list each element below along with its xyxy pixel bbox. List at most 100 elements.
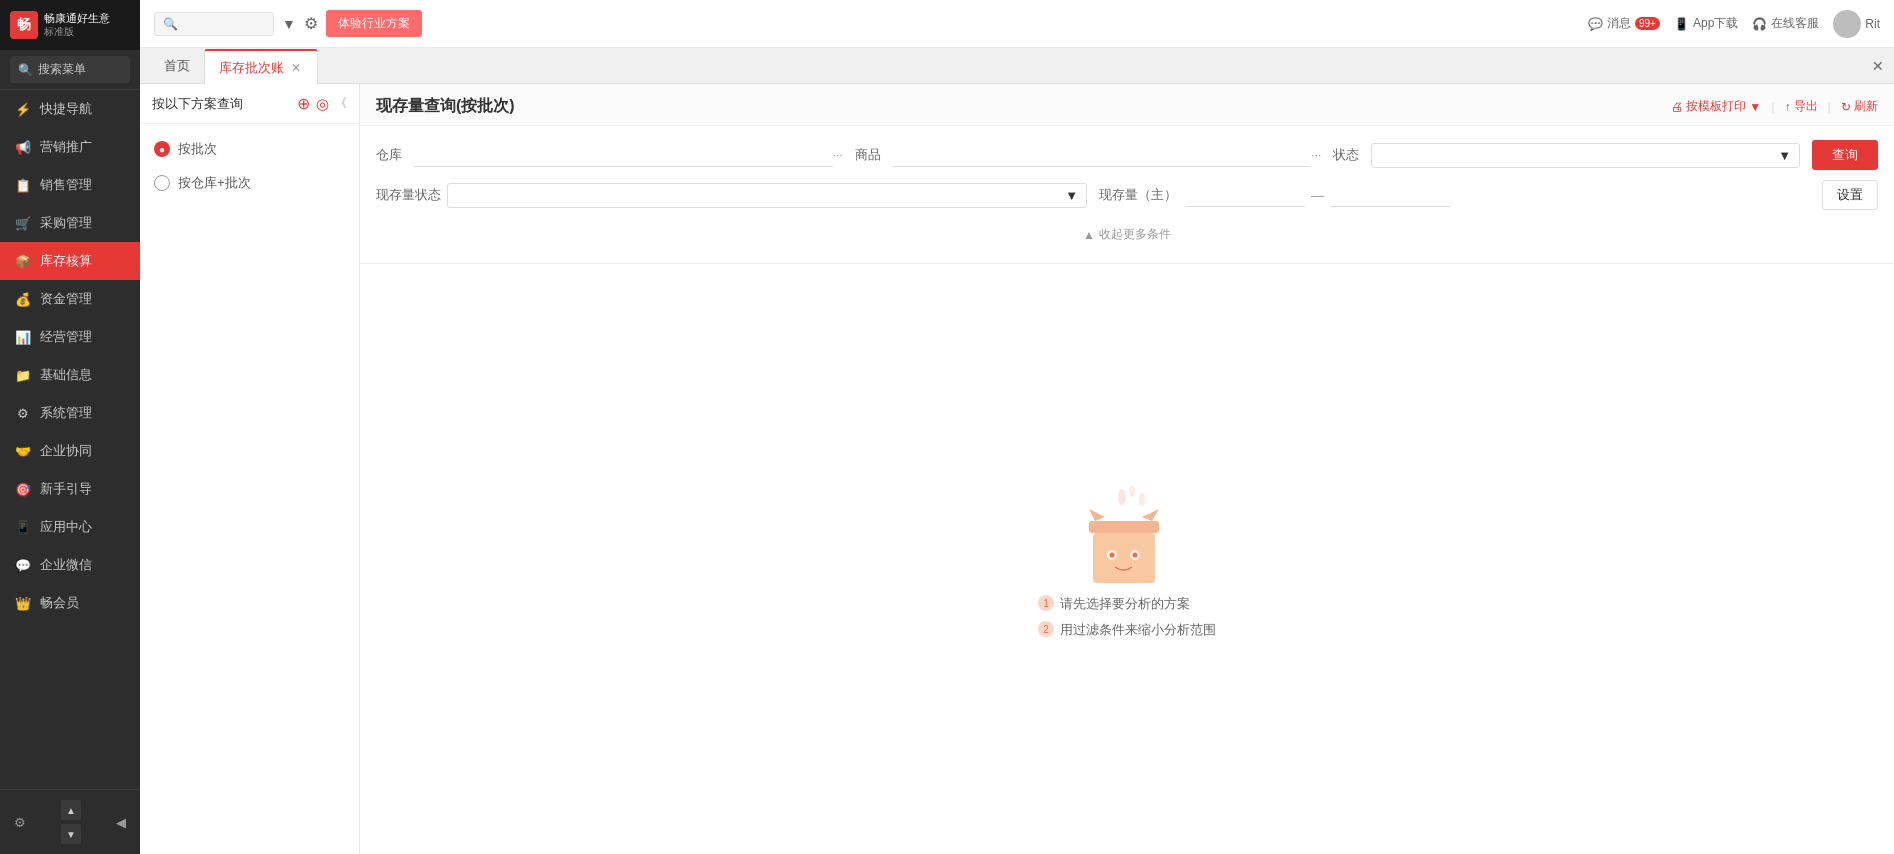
- svg-point-8: [1133, 553, 1138, 558]
- online-service-button[interactable]: 🎧 在线客服: [1752, 15, 1819, 32]
- basic-info-icon: 📁: [14, 366, 32, 384]
- panel-collapse-button[interactable]: 《: [335, 95, 347, 112]
- add-scheme-button[interactable]: ⊕: [297, 94, 310, 113]
- sidebar-item-app-center[interactable]: 📱 应用中心: [0, 508, 140, 546]
- tab-home[interactable]: 首页: [150, 48, 204, 83]
- tab-inventory-batch[interactable]: 库存批次账 ✕: [204, 49, 318, 84]
- scheme-dot-active: ●: [154, 141, 170, 157]
- enterprise-wechat-label: 企业微信: [40, 556, 92, 574]
- sidebar-item-new-guide[interactable]: 🎯 新手引导: [0, 470, 140, 508]
- sidebar-item-quick-nav[interactable]: ⚡ 快捷导航: [0, 90, 140, 128]
- scheme-item-by-batch[interactable]: ● 按批次: [140, 132, 359, 166]
- action-divider-2: |: [1828, 99, 1831, 114]
- finance-label: 资金管理: [40, 290, 92, 308]
- sidebar-item-inventory[interactable]: 📦 库存核算: [0, 242, 140, 280]
- sidebar-item-purchase[interactable]: 🛒 采购管理: [0, 204, 140, 242]
- warehouse-input[interactable]: [414, 143, 833, 167]
- sidebar-item-system[interactable]: ⚙ 系统管理: [0, 394, 140, 432]
- settings-footer-button[interactable]: ⚙: [14, 815, 26, 830]
- sales-label: 销售管理: [40, 176, 92, 194]
- sidebar-subtitle: 标准版: [44, 25, 110, 39]
- refresh-label: 刷新: [1854, 98, 1878, 115]
- stock-amount-to[interactable]: [1330, 183, 1450, 207]
- tab-inventory-batch-close[interactable]: ✕: [289, 61, 303, 75]
- sidebar-collapse-button[interactable]: ◀: [116, 815, 126, 830]
- sidebar-item-basic-info[interactable]: 📁 基础信息: [0, 356, 140, 394]
- topbar: 🔍 ▼ ⚙ 体验行业方案 💬 消息 99+ 📱 App下载 🎧 在线客服: [140, 0, 1894, 48]
- svg-marker-10: [1142, 509, 1159, 521]
- svg-point-2: [1139, 492, 1145, 506]
- sidebar-title: 畅康通好生意: [44, 11, 110, 25]
- scheme-item-by-warehouse-batch[interactable]: 按仓库+批次: [140, 166, 359, 200]
- sidebar-item-marketing[interactable]: 📢 营销推广: [0, 128, 140, 166]
- action-divider-1: |: [1771, 99, 1774, 114]
- topbar-search-bar: 🔍: [154, 12, 274, 36]
- message-button[interactable]: 💬 消息 99+: [1588, 15, 1660, 32]
- scheme-by-warehouse-batch-label: 按仓库+批次: [178, 174, 251, 192]
- sidebar-scroll-down-button[interactable]: ▼: [61, 824, 81, 844]
- status-label: 状态: [1333, 146, 1365, 164]
- app-download-button[interactable]: 📱 App下载: [1674, 15, 1738, 32]
- empty-tip-1: 1 请先选择要分析的方案: [1038, 595, 1216, 613]
- tab-close-right-button[interactable]: ✕: [1872, 58, 1884, 74]
- sidebar-item-sales[interactable]: 📋 销售管理: [0, 166, 140, 204]
- sidebar-nav: ⚡ 快捷导航 📢 营销推广 📋 销售管理 🛒 采购管理 📦 库存核算 💰 资金管…: [0, 90, 140, 789]
- query-button[interactable]: 查询: [1812, 140, 1878, 170]
- message-badge: 99+: [1635, 17, 1660, 30]
- sidebar-item-finance[interactable]: 💰 资金管理: [0, 280, 140, 318]
- export-icon: ↑: [1785, 100, 1791, 114]
- empty-tip-2: 2 用过滤条件来缩小分析范围: [1038, 621, 1216, 639]
- marketing-icon: 📢: [14, 138, 32, 156]
- svg-point-1: [1129, 485, 1135, 497]
- sidebar-scroll-up-button[interactable]: ▲: [61, 800, 81, 820]
- scheme-settings-button[interactable]: ◎: [316, 95, 329, 113]
- stock-amount-from[interactable]: [1185, 183, 1305, 207]
- app-download-icon: 📱: [1674, 17, 1689, 31]
- goods-more-button[interactable]: ···: [1311, 148, 1321, 162]
- tab-inventory-batch-label: 库存批次账: [219, 59, 284, 77]
- export-label: 导出: [1794, 98, 1818, 115]
- tip-text-2: 用过滤条件来缩小分析范围: [1060, 621, 1216, 639]
- member-icon: 👑: [14, 594, 32, 612]
- app-center-label: 应用中心: [40, 518, 92, 536]
- scheme-dot-normal: [154, 175, 170, 191]
- sidebar-logo: 畅: [10, 11, 38, 39]
- warehouse-more-button[interactable]: ···: [833, 148, 843, 162]
- right-panel: 现存量查询(按批次) 🖨 按模板打印 ▼ | ↑ 导出 | ↻: [360, 84, 1894, 854]
- sidebar-item-member[interactable]: 👑 畅会员: [0, 584, 140, 622]
- goods-input[interactable]: [893, 143, 1312, 167]
- tip-num-2: 2: [1038, 621, 1054, 637]
- sidebar-scrollers: ▲ ▼: [61, 800, 81, 844]
- collapse-more-button[interactable]: ▲ 收起更多条件: [376, 220, 1878, 249]
- goods-label: 商品: [855, 146, 887, 164]
- system-label: 系统管理: [40, 404, 92, 422]
- online-service-icon: 🎧: [1752, 17, 1767, 31]
- settings-button[interactable]: 设置: [1822, 180, 1878, 210]
- inventory-icon: 📦: [14, 252, 32, 270]
- search-icon: 🔍: [18, 63, 33, 77]
- status-select[interactable]: ▼: [1371, 143, 1800, 168]
- stock-status-select[interactable]: ▼: [447, 183, 1087, 208]
- stock-amount-dash: —: [1311, 188, 1324, 203]
- refresh-button[interactable]: ↻ 刷新: [1841, 98, 1878, 115]
- topbar-dropdown-button[interactable]: ▼: [282, 16, 296, 32]
- svg-point-0: [1118, 489, 1126, 505]
- sidebar-brand: 畅康通好生意 标准版: [44, 11, 110, 39]
- search-menu-button[interactable]: 🔍 搜索菜单: [10, 56, 130, 83]
- goods-field: 商品 ···: [855, 143, 1322, 167]
- sidebar-item-operations[interactable]: 📊 经营管理: [0, 318, 140, 356]
- sidebar-item-enterprise-coop[interactable]: 🤝 企业协同: [0, 432, 140, 470]
- enterprise-coop-icon: 🤝: [14, 442, 32, 460]
- new-guide-label: 新手引导: [40, 480, 92, 498]
- content-area: 按以下方案查询 ⊕ ◎ 《 ● 按批次 按仓库+批次: [140, 84, 1894, 854]
- sidebar-item-enterprise-wechat[interactable]: 💬 企业微信: [0, 546, 140, 584]
- topbar-settings-button[interactable]: ⚙: [304, 14, 318, 33]
- experience-industry-button[interactable]: 体验行业方案: [326, 10, 422, 37]
- export-button[interactable]: ↑ 导出: [1785, 98, 1818, 115]
- settings-footer-icon: ⚙: [14, 815, 26, 830]
- page-header: 现存量查询(按批次) 🖨 按模板打印 ▼ | ↑ 导出 | ↻: [360, 84, 1894, 126]
- user-profile[interactable]: Rit: [1833, 10, 1880, 38]
- tabbar: 首页 库存批次账 ✕ ✕: [140, 48, 1894, 84]
- empty-svg: [1067, 479, 1187, 589]
- print-template-button[interactable]: 🖨 按模板打印 ▼: [1671, 98, 1761, 115]
